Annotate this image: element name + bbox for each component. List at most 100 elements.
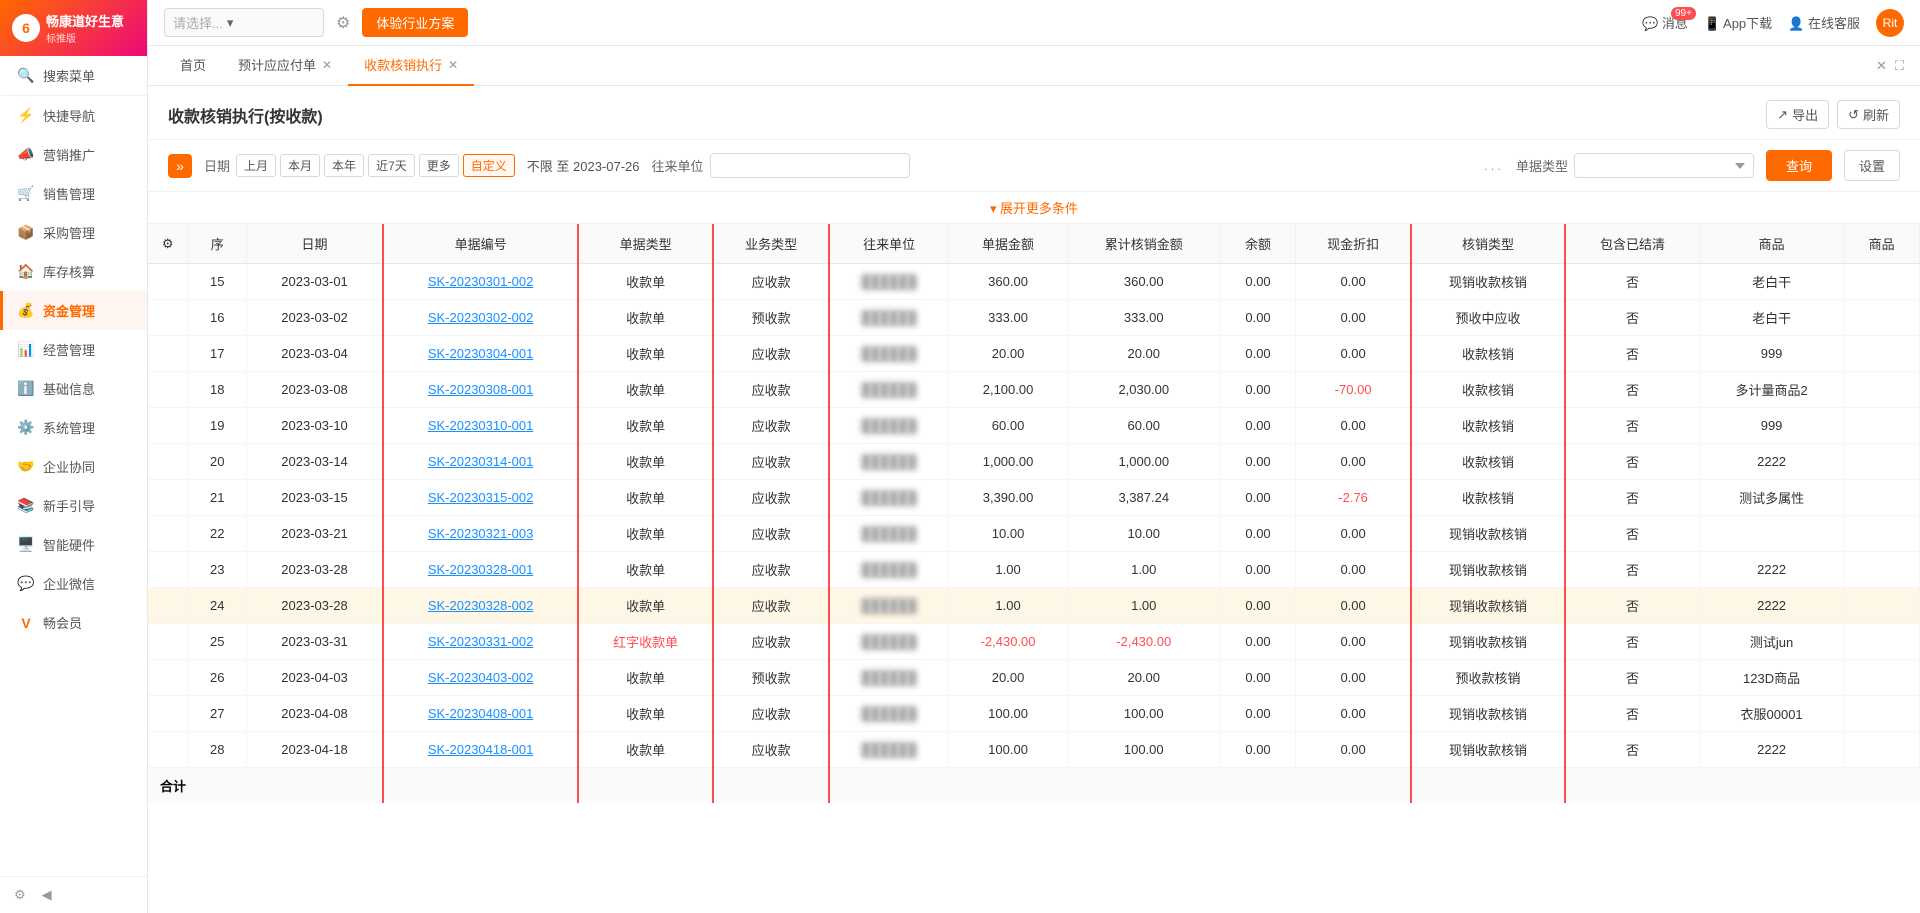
date-btn-this-year[interactable]: 本年 <box>324 154 364 177</box>
messages-btn[interactable]: 💬 消息 99+ <box>1642 13 1688 32</box>
cell-no: 19 <box>188 408 247 444</box>
sidebar-item-wechat[interactable]: 💬 企业微信 <box>0 564 147 603</box>
cell-checkbox <box>148 336 188 372</box>
table-row[interactable]: 152023-03-01SK-20230301-002收款单应收款██████3… <box>148 264 1920 300</box>
cell-order-no[interactable]: SK-20230331-002 <box>383 624 578 660</box>
tab-close-all-icon[interactable]: ✕ <box>1876 58 1887 74</box>
online-service-btn[interactable]: 👤 在线客服 <box>1788 13 1860 32</box>
table-row[interactable]: 172023-03-04SK-20230304-001收款单应收款██████2… <box>148 336 1920 372</box>
cell-date: 2023-03-28 <box>247 588 383 624</box>
cell-include-settled: 否 <box>1565 444 1699 480</box>
cell-order-no[interactable]: SK-20230418-001 <box>383 732 578 768</box>
sidebar-item-sales[interactable]: 🛒 销售管理 <box>0 174 147 213</box>
cell-amount: 2,100.00 <box>949 372 1068 408</box>
sidebar-item-finance[interactable]: 💰 资金管理 <box>0 291 147 330</box>
tab-home[interactable]: 首页 <box>164 46 222 86</box>
cell-date: 2023-04-08 <box>247 696 383 732</box>
cell-order-type: 收款单 <box>578 372 713 408</box>
cell-order-no[interactable]: SK-20230314-001 <box>383 444 578 480</box>
col-settings[interactable]: ⚙ <box>148 224 188 264</box>
sidebar-item-label: 营销推广 <box>43 145 95 164</box>
cell-order-no[interactable]: SK-20230301-002 <box>383 264 578 300</box>
sidebar-item-inventory[interactable]: 🏠 库存核算 <box>0 252 147 291</box>
table-row[interactable]: 182023-03-08SK-20230308-001收款单应收款██████2… <box>148 372 1920 408</box>
tab-close-receipt[interactable]: ✕ <box>448 58 458 72</box>
cell-order-no[interactable]: SK-20230310-001 <box>383 408 578 444</box>
table-row[interactable]: 212023-03-15SK-20230315-002收款单应收款██████3… <box>148 480 1920 516</box>
sidebar-item-basic[interactable]: ℹ️ 基础信息 <box>0 369 147 408</box>
date-btn-last-month[interactable]: 上月 <box>236 154 276 177</box>
query-button[interactable]: 查询 <box>1766 150 1832 181</box>
cell-order-no[interactable]: SK-20230328-001 <box>383 552 578 588</box>
sidebar-item-quick-nav[interactable]: ⚡ 快捷导航 <box>0 96 147 135</box>
cell-order-no[interactable]: SK-20230408-001 <box>383 696 578 732</box>
cell-order-no[interactable]: SK-20230403-002 <box>383 660 578 696</box>
export-button[interactable]: ↗ 导出 <box>1766 100 1829 129</box>
cell-order-no[interactable]: SK-20230308-001 <box>383 372 578 408</box>
expand-conditions-btn[interactable]: ▾ 展开更多条件 <box>990 198 1078 217</box>
table-row[interactable]: 222023-03-21SK-20230321-003收款单应收款██████1… <box>148 516 1920 552</box>
cell-order-no[interactable]: SK-20230328-002 <box>383 588 578 624</box>
refresh-button[interactable]: ↺ 刷新 <box>1837 100 1900 129</box>
sidebar-item-purchase[interactable]: 📦 采购管理 <box>0 213 147 252</box>
sidebar-item-member[interactable]: V 畅会员 <box>0 603 147 642</box>
date-btn-7days[interactable]: 近7天 <box>368 154 415 177</box>
cell-order-no[interactable]: SK-20230321-003 <box>383 516 578 552</box>
sidebar-item-guide[interactable]: 📚 新手引导 <box>0 486 147 525</box>
sidebar-item-operation[interactable]: 📊 经营管理 <box>0 330 147 369</box>
unit-filter-label: 往来单位 <box>652 156 704 175</box>
tab-expand-icon[interactable]: ⛶ <box>1895 58 1904 74</box>
table-container[interactable]: ⚙ 序 日期 单据编号 单据类型 业务类型 往来单位 单据金额 累计核销金额 余… <box>148 224 1920 913</box>
date-btn-custom[interactable]: 自定义 <box>463 154 515 177</box>
filter-toggle-btn[interactable]: » <box>168 154 192 178</box>
tab-receipt-verify[interactable]: 收款核销执行 ✕ <box>348 46 474 86</box>
cell-order-no[interactable]: SK-20230304-001 <box>383 336 578 372</box>
table-footer-row: 合计 <box>148 768 1920 804</box>
table-row[interactable]: 252023-03-31SK-20230331-002红字收款单应收款█████… <box>148 624 1920 660</box>
page-title-row: 收款核销执行(按收款) ↗ 导出 ↺ 刷新 <box>168 100 1900 129</box>
cell-goods: 2222 <box>1699 444 1843 480</box>
table-row[interactable]: 242023-03-28SK-20230328-002收款单应收款██████1… <box>148 588 1920 624</box>
table-row[interactable]: 272023-04-08SK-20230408-001收款单应收款██████1… <box>148 696 1920 732</box>
cell-goods: 衣服00001 <box>1699 696 1843 732</box>
user-avatar[interactable]: Rit <box>1876 9 1904 37</box>
settings-icon[interactable]: ⚙ <box>14 887 26 903</box>
table-row[interactable]: 192023-03-10SK-20230310-001收款单应收款██████6… <box>148 408 1920 444</box>
collapse-icon[interactable]: ◀ <box>42 887 52 903</box>
date-btn-more[interactable]: 更多 <box>419 154 459 177</box>
cell-order-type: 收款单 <box>578 732 713 768</box>
system-icon: ⚙️ <box>17 419 35 436</box>
cell-date: 2023-03-01 <box>247 264 383 300</box>
tab-close-prepay[interactable]: ✕ <box>322 58 332 72</box>
table-row[interactable]: 262023-04-03SK-20230403-002收款单预收款██████2… <box>148 660 1920 696</box>
sidebar-item-hardware[interactable]: 🖥️ 智能硬件 <box>0 525 147 564</box>
workspace-dropdown[interactable]: 请选择... ▾ <box>164 8 324 37</box>
sidebar-item-enterprise[interactable]: 🤝 企业协同 <box>0 447 147 486</box>
industry-btn[interactable]: 体验行业方案 <box>362 8 468 37</box>
cell-order-no[interactable]: SK-20230302-002 <box>383 300 578 336</box>
app-download-btn[interactable]: 📱 App下载 <box>1704 13 1772 32</box>
table-row[interactable]: 282023-04-18SK-20230418-001收款单应收款██████1… <box>148 732 1920 768</box>
sidebar-item-system[interactable]: ⚙️ 系统管理 <box>0 408 147 447</box>
cell-order-no[interactable]: SK-20230315-002 <box>383 480 578 516</box>
filter-settings-button[interactable]: 设置 <box>1844 150 1900 181</box>
table-row[interactable]: 162023-03-02SK-20230302-002收款单预收款██████3… <box>148 300 1920 336</box>
cell-include-settled: 否 <box>1565 552 1699 588</box>
cell-amount: 360.00 <box>949 264 1068 300</box>
unit-filter-input[interactable] <box>710 153 910 178</box>
cell-discount: 0.00 <box>1296 444 1411 480</box>
tab-prepay-payable[interactable]: 预计应应付单 ✕ <box>222 46 348 86</box>
date-btn-this-month[interactable]: 本月 <box>280 154 320 177</box>
cell-goods2 <box>1844 264 1920 300</box>
app-icon: 📱 <box>1704 16 1720 31</box>
gear-icon[interactable]: ⚙ <box>336 13 350 33</box>
table-row[interactable]: 202023-03-14SK-20230314-001收款单应收款██████1… <box>148 444 1920 480</box>
tab-prepay-label: 预计应应付单 <box>238 55 316 74</box>
cell-include-settled: 否 <box>1565 264 1699 300</box>
table-row[interactable]: 232023-03-28SK-20230328-001收款单应收款██████1… <box>148 552 1920 588</box>
cell-checkbox <box>148 732 188 768</box>
cell-verified: 2,030.00 <box>1067 372 1220 408</box>
sidebar-item-search[interactable]: 🔍 搜索菜单 <box>0 56 147 96</box>
type-filter-select[interactable] <box>1574 153 1754 178</box>
sidebar-item-marketing[interactable]: 📣 营销推广 <box>0 135 147 174</box>
